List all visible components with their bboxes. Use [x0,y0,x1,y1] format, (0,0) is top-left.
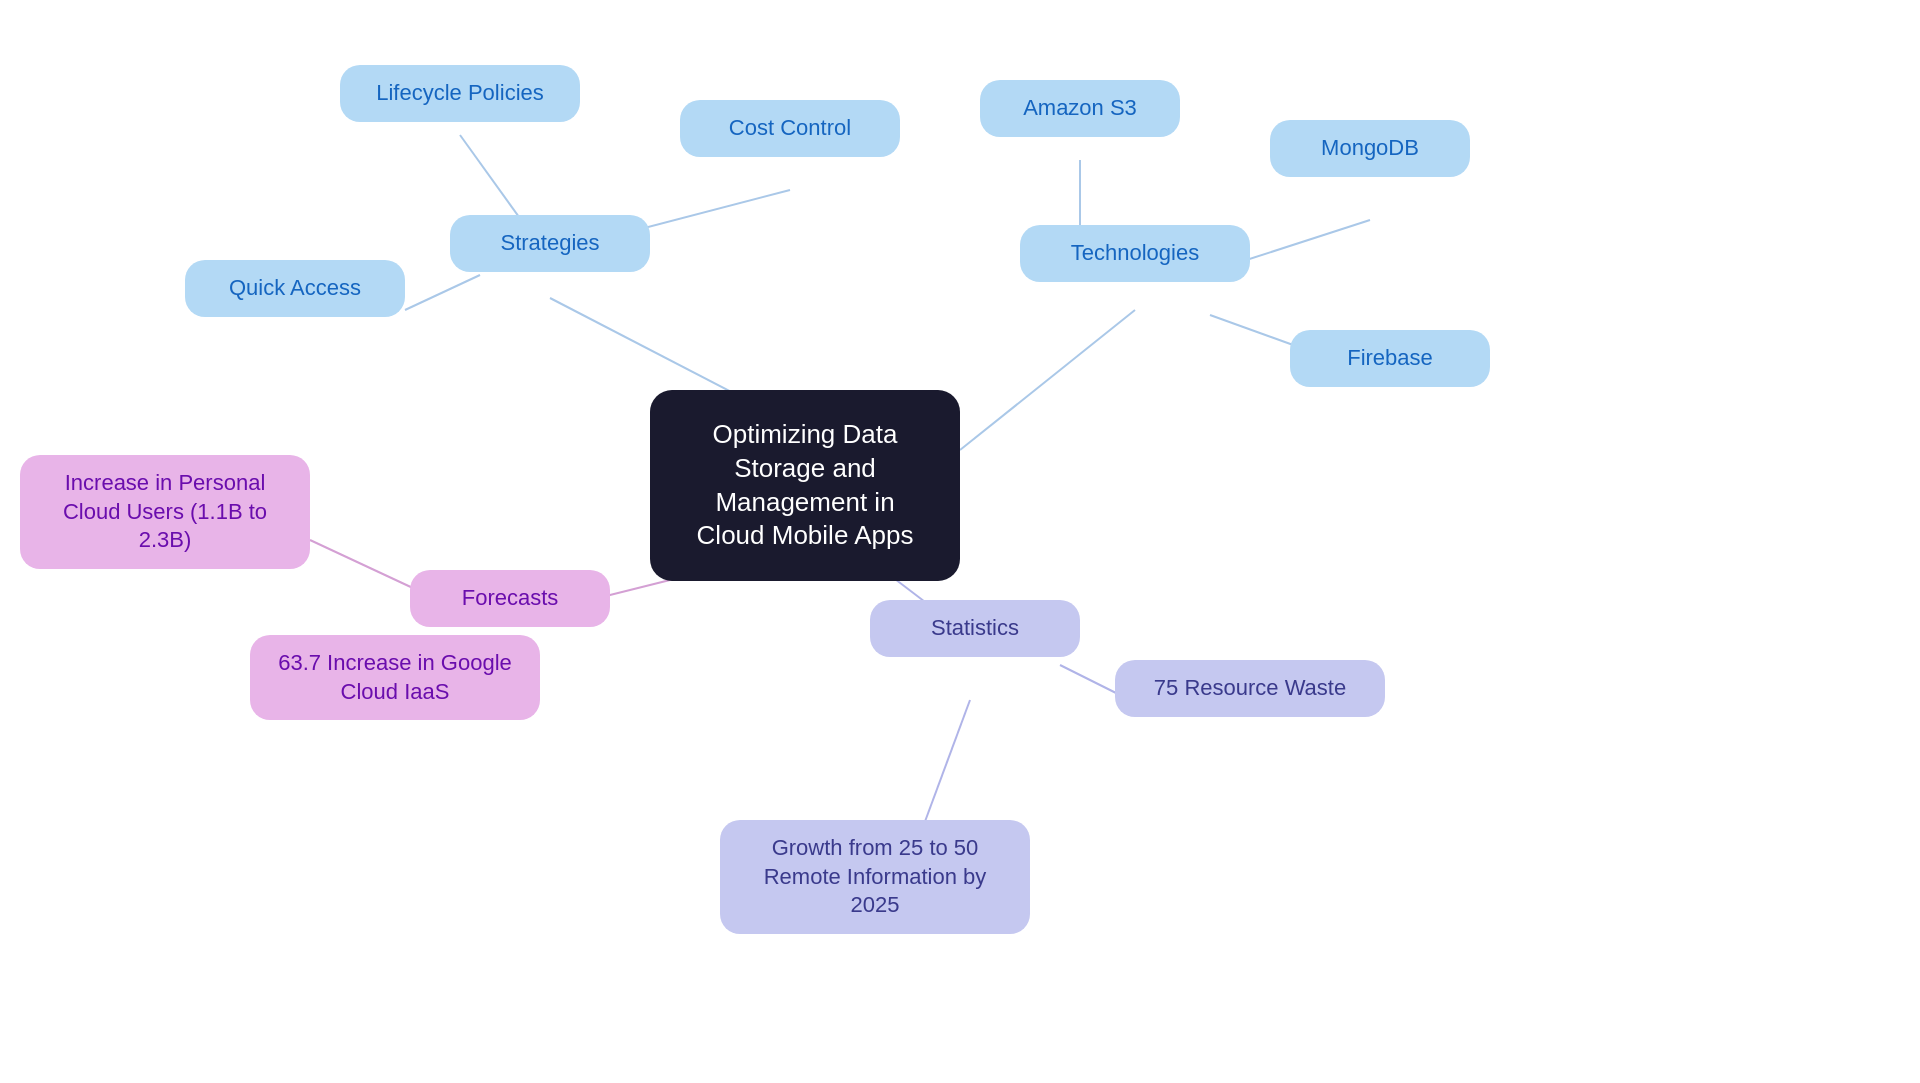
personal-cloud-node: Increase in Personal Cloud Users (1.1B t… [20,455,310,569]
firebase-node: Firebase [1290,330,1490,387]
mongodb-node: MongoDB [1270,120,1470,177]
svg-line-13 [920,700,970,835]
google-cloud-node: 63.7 Increase in Google Cloud IaaS [250,635,540,720]
amazon-s3-node: Amazon S3 [980,80,1180,137]
statistics-node: Statistics [870,600,1080,657]
lifecycle-node: Lifecycle Policies [340,65,580,122]
forecasts-node: Forecasts [410,570,610,627]
cost-control-node: Cost Control [680,100,900,157]
quick-access-node: Quick Access [185,260,405,317]
svg-line-4 [960,310,1135,450]
svg-line-3 [405,275,480,310]
strategies-node: Strategies [450,215,650,272]
center-node: Optimizing Data Storage and Management i… [650,390,960,581]
resource-waste-node: 75 Resource Waste [1115,660,1385,717]
technologies-node: Technologies [1020,225,1250,282]
growth-node: Growth from 25 to 50 Remote Information … [720,820,1030,934]
